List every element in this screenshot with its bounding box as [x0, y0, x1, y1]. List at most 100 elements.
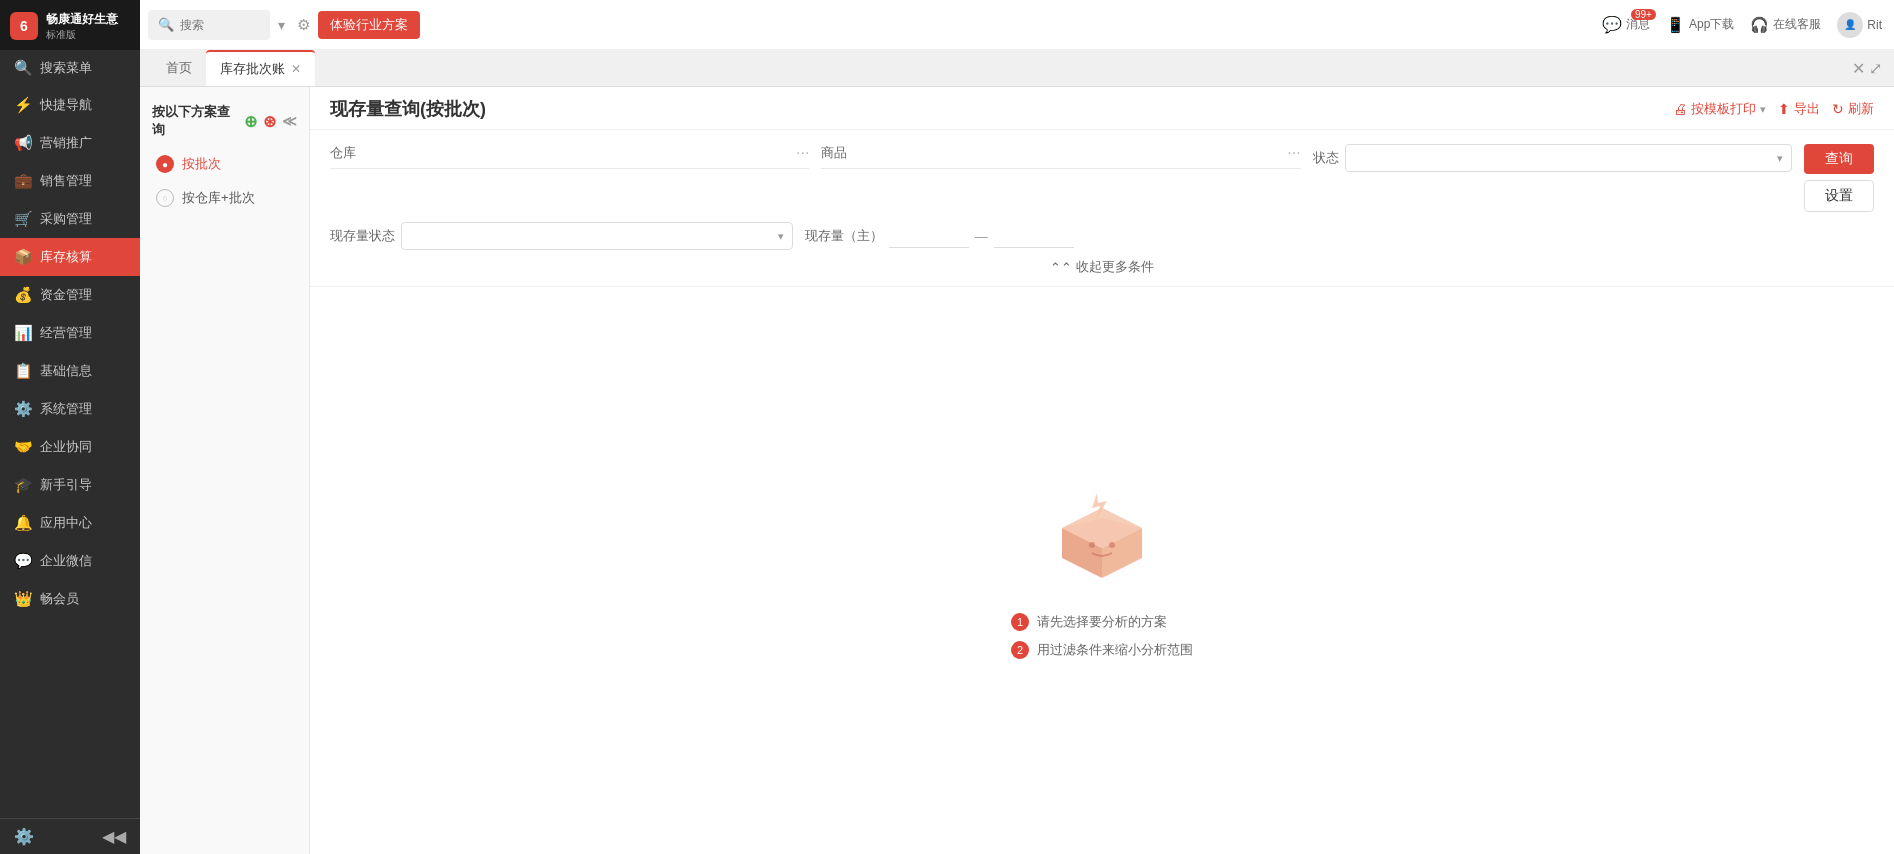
tab-home-label: 首页 — [166, 59, 192, 77]
sidebar-item-label: 系统管理 — [40, 400, 92, 418]
inventory-status-select[interactable]: ▾ — [401, 222, 793, 250]
action-buttons: 查询 设置 — [1804, 144, 1874, 212]
panel-item-batch-label: 按批次 — [182, 155, 221, 173]
sidebar-item-basic[interactable]: 📋 基础信息 — [0, 352, 140, 390]
messages-btn[interactable]: 💬 消息 99+ — [1602, 15, 1650, 34]
sidebar-item-appcenter[interactable]: 🔔 应用中心 — [0, 504, 140, 542]
print-icon: 🖨 — [1673, 101, 1687, 117]
messages-badge: 99+ — [1631, 9, 1656, 20]
sidebar-item-newbie[interactable]: 🎓 新手引导 — [0, 466, 140, 504]
print-dropdown-icon: ▾ — [1760, 103, 1766, 116]
panel-item-warehouse-batch[interactable]: ○ 按仓库+批次 — [140, 181, 309, 215]
collapse-label: 收起更多条件 — [1076, 258, 1154, 276]
export-icon: ⬆ — [1778, 101, 1790, 117]
filter-row-1: 仓库 ··· 商品 ··· 状态 ▾ — [330, 144, 1874, 212]
member-icon: 👑 — [14, 590, 32, 608]
sidebar-item-finance[interactable]: 💰 资金管理 — [0, 276, 140, 314]
panel-item-batch[interactable]: ● 按批次 — [140, 147, 309, 181]
user-menu[interactable]: 👤 Rit — [1837, 12, 1882, 38]
inventory-icon: 📦 — [14, 248, 32, 266]
refresh-label: 刷新 — [1848, 100, 1874, 118]
basic-icon: 📋 — [14, 362, 32, 380]
qty-from-input[interactable] — [889, 224, 969, 248]
sidebar-item-label: 快捷导航 — [40, 96, 92, 114]
online-service-label: 在线客服 — [1773, 16, 1821, 33]
sidebar-item-label: 应用中心 — [40, 514, 92, 532]
status-label: 状态 — [1313, 149, 1339, 167]
query-button[interactable]: 查询 — [1804, 144, 1874, 174]
topbar-left: 🔍 ▾ ⚙ 体验行业方案 — [148, 10, 1594, 40]
sidebar-item-marketing[interactable]: 📢 营销推广 — [0, 124, 140, 162]
inv-status-arrow-icon: ▾ — [778, 230, 784, 243]
print-button[interactable]: 🖨 按模板打印 ▾ — [1673, 100, 1766, 118]
search-input[interactable] — [180, 18, 260, 32]
sidebar-nav: 🔍 搜索菜单 ⚡ 快捷导航 📢 营销推广 💼 销售管理 🛒 采购管理 📦 库存核… — [0, 50, 140, 818]
warehouse-dot: ○ — [156, 189, 174, 207]
inventory-status-filter: 现存量状态 ▾ — [330, 222, 793, 250]
inventory-qty-filter: 现存量（主） — — [805, 224, 1268, 248]
warehouse-input[interactable] — [362, 146, 790, 161]
qty-dash: — — [975, 229, 988, 244]
sidebar-item-purchase[interactable]: 🛒 采购管理 — [0, 200, 140, 238]
filter-row-2: 现存量状态 ▾ 现存量（主） — — [330, 222, 1874, 250]
sidebar-item-sales[interactable]: 💼 销售管理 — [0, 162, 140, 200]
export-button[interactable]: ⬆ 导出 — [1778, 100, 1820, 118]
sidebar-item-label: 库存核算 — [40, 248, 92, 266]
sidebar: 6 畅康通好生意 标准版 🔍 搜索菜单 ⚡ 快捷导航 📢 营销推广 💼 销售管理… — [0, 0, 140, 854]
sidebar-item-label: 新手引导 — [40, 476, 92, 494]
user-initial: 👤 — [1844, 19, 1856, 30]
sidebar-item-system[interactable]: ⚙️ 系统管理 — [0, 390, 140, 428]
sidebar-item-search[interactable]: 🔍 搜索菜单 — [0, 50, 140, 86]
empty-illustration — [1042, 473, 1162, 593]
panel-title: 按以下方案查询 ⊕ ⊛ ≪ — [140, 97, 309, 147]
topbar-gear-icon[interactable]: ⚙ — [297, 16, 310, 34]
sales-icon: 💼 — [14, 172, 32, 190]
search-box[interactable]: 🔍 — [148, 10, 270, 40]
panel-collapse-icon[interactable]: ≪ — [282, 113, 297, 129]
sidebar-item-collab[interactable]: 🤝 企业协同 — [0, 428, 140, 466]
refresh-button[interactable]: ↻ 刷新 — [1832, 100, 1874, 118]
empty-step-2: 2 用过滤条件来缩小分析范围 — [1011, 641, 1193, 659]
sidebar-item-label: 采购管理 — [40, 210, 92, 228]
setting-button[interactable]: 设置 — [1804, 180, 1874, 212]
empty-svg — [1042, 473, 1162, 593]
warehouse-more-icon[interactable]: ··· — [796, 144, 809, 162]
page-actions: 🖨 按模板打印 ▾ ⬆ 导出 ↻ 刷新 — [1673, 100, 1874, 118]
sidebar-item-operations[interactable]: 📊 经营管理 — [0, 314, 140, 352]
warehouse-label: 仓库 — [330, 144, 356, 162]
sidebar-item-label: 企业微信 — [40, 552, 92, 570]
panel-add-icon[interactable]: ⊕ — [244, 112, 257, 131]
topbar: 🔍 ▾ ⚙ 体验行业方案 💬 消息 99+ 📱 App下载 🎧 在线客服 — [140, 0, 1894, 50]
finance-icon: 💰 — [14, 286, 32, 304]
tab-close-icon[interactable]: ✕ — [291, 62, 301, 76]
sidebar-item-label: 资金管理 — [40, 286, 92, 304]
window-close-icon[interactable]: ✕ — [1852, 59, 1865, 78]
newbie-icon: 🎓 — [14, 476, 32, 494]
window-expand-icon[interactable]: ⤢ — [1869, 59, 1882, 78]
product-more-icon[interactable]: ··· — [1287, 144, 1300, 162]
settings-icon[interactable]: ⚙️ — [14, 827, 34, 846]
warehouse-filter: 仓库 ··· — [330, 144, 809, 169]
tab-home[interactable]: 首页 — [152, 51, 206, 85]
sidebar-item-member[interactable]: 👑 畅会员 — [0, 580, 140, 618]
sidebar-item-inventory[interactable]: 📦 库存核算 — [0, 238, 140, 276]
tab-inventory-batch[interactable]: 库存批次账 ✕ — [206, 50, 315, 86]
app-download-btn[interactable]: 📱 App下载 — [1666, 16, 1734, 34]
panel-config-icon[interactable]: ⊛ — [263, 112, 276, 131]
qty-to-input[interactable] — [994, 224, 1074, 248]
status-select[interactable]: ▾ — [1345, 144, 1792, 172]
sidebar-item-wxwork[interactable]: 💬 企业微信 — [0, 542, 140, 580]
collapse-icon[interactable]: ◀◀ — [102, 827, 126, 846]
collab-icon: 🤝 — [14, 438, 32, 456]
panel-actions: ⊕ ⊛ ≪ — [244, 112, 297, 131]
sidebar-item-quicknav[interactable]: ⚡ 快捷导航 — [0, 86, 140, 124]
product-label: 商品 — [821, 144, 847, 162]
step-2-text: 用过滤条件来缩小分析范围 — [1037, 641, 1193, 659]
empty-step-1: 1 请先选择要分析的方案 — [1011, 613, 1193, 631]
product-input[interactable] — [853, 146, 1281, 161]
collapse-btn[interactable]: ⌃⌃ 收起更多条件 — [330, 258, 1874, 276]
experience-button[interactable]: 体验行业方案 — [318, 11, 420, 39]
sidebar-item-label: 经营管理 — [40, 324, 92, 342]
online-service-btn[interactable]: 🎧 在线客服 — [1750, 16, 1821, 34]
topbar-dropdown-icon[interactable]: ▾ — [278, 17, 285, 33]
